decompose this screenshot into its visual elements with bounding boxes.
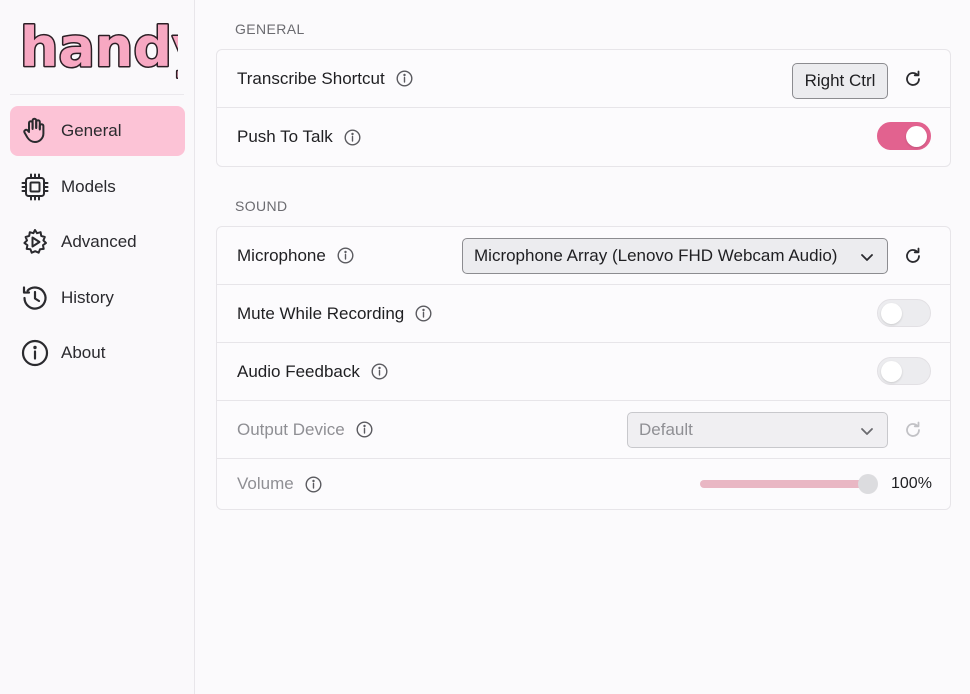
setting-label: Push To Talk [237, 127, 333, 146]
setting-row-output-device: Output Device Default [217, 401, 950, 459]
logo-divider [10, 94, 184, 95]
section-title-general: GENERAL [235, 21, 305, 37]
reset-icon[interactable] [903, 69, 923, 89]
info-icon[interactable] [356, 421, 373, 438]
setting-row-volume: Volume 100% [217, 459, 950, 509]
sidebar: handy General Mod [0, 0, 209, 694]
sidebar-item-general[interactable]: General [10, 106, 185, 156]
sidebar-item-history[interactable]: History [10, 273, 185, 323]
setting-label: Volume [237, 474, 294, 493]
main-content: GENERAL Transcribe Shortcut Right Ctrl P… [196, 0, 970, 694]
sidebar-item-models[interactable]: Models [10, 162, 185, 212]
section-title-sound: SOUND [235, 198, 288, 214]
microphone-select[interactable]: Microphone Array (Lenovo FHD Webcam Audi… [462, 238, 888, 274]
output-device-select[interactable]: Default [627, 412, 888, 448]
volume-slider-thumb[interactable] [858, 474, 878, 494]
sound-settings-card: Microphone Microphone Array (Lenovo FHD … [216, 226, 951, 510]
chevron-down-icon [861, 254, 873, 261]
sidebar-item-label: General [61, 121, 122, 140]
toggle-knob [881, 361, 902, 382]
hand-icon [20, 116, 50, 146]
reset-icon[interactable] [903, 246, 923, 266]
toggle-knob [906, 126, 927, 147]
app-logo: handy [18, 14, 209, 81]
info-circle-icon [20, 338, 50, 368]
sidebar-item-about[interactable]: About [10, 328, 185, 378]
toggle-knob [881, 303, 902, 324]
info-icon[interactable] [305, 475, 322, 493]
setting-label: Microphone [237, 245, 326, 265]
microphone-select-value: Microphone Array (Lenovo FHD Webcam Audi… [474, 246, 838, 265]
setting-row-transcribe-shortcut: Transcribe Shortcut Right Ctrl [217, 50, 950, 108]
volume-slider[interactable] [700, 474, 878, 494]
setting-row-audio-feedback: Audio Feedback [217, 343, 950, 401]
sidebar-item-label: About [61, 343, 106, 362]
shortcut-button[interactable]: Right Ctrl [792, 63, 888, 99]
sidebar-item-label: History [61, 287, 114, 307]
setting-label: Transcribe Shortcut [237, 68, 385, 88]
svg-text:handy: handy [20, 16, 178, 79]
audio-feedback-toggle[interactable] [877, 357, 931, 385]
info-icon[interactable] [344, 128, 361, 146]
setting-row-microphone: Microphone Microphone Array (Lenovo FHD … [217, 227, 950, 285]
gear-play-icon [20, 227, 50, 257]
general-settings-card: Transcribe Shortcut Right Ctrl Push To T… [216, 49, 951, 167]
history-icon [20, 283, 50, 313]
chip-icon [20, 172, 50, 202]
info-icon[interactable] [337, 247, 354, 264]
sidebar-item-label: Advanced [61, 232, 137, 251]
sidebar-nav: General Models Advanced History About [10, 106, 185, 384]
mute-while-recording-toggle[interactable] [877, 299, 931, 327]
setting-row-mute-while-recording: Mute While Recording [217, 285, 950, 343]
sidebar-item-label: Models [61, 176, 116, 196]
info-icon[interactable] [415, 305, 432, 322]
chevron-down-icon [861, 428, 873, 435]
setting-row-push-to-talk: Push To Talk [217, 108, 950, 166]
setting-label: Audio Feedback [237, 361, 360, 381]
volume-value: 100% [891, 475, 932, 492]
output-device-select-value: Default [639, 420, 693, 439]
setting-label: Output Device [237, 419, 345, 439]
info-icon[interactable] [396, 70, 413, 87]
reset-icon[interactable] [903, 420, 923, 440]
sidebar-item-advanced[interactable]: Advanced [10, 217, 185, 267]
setting-label: Mute While Recording [237, 303, 405, 323]
info-icon[interactable] [371, 363, 388, 380]
push-to-talk-toggle[interactable] [877, 122, 931, 150]
